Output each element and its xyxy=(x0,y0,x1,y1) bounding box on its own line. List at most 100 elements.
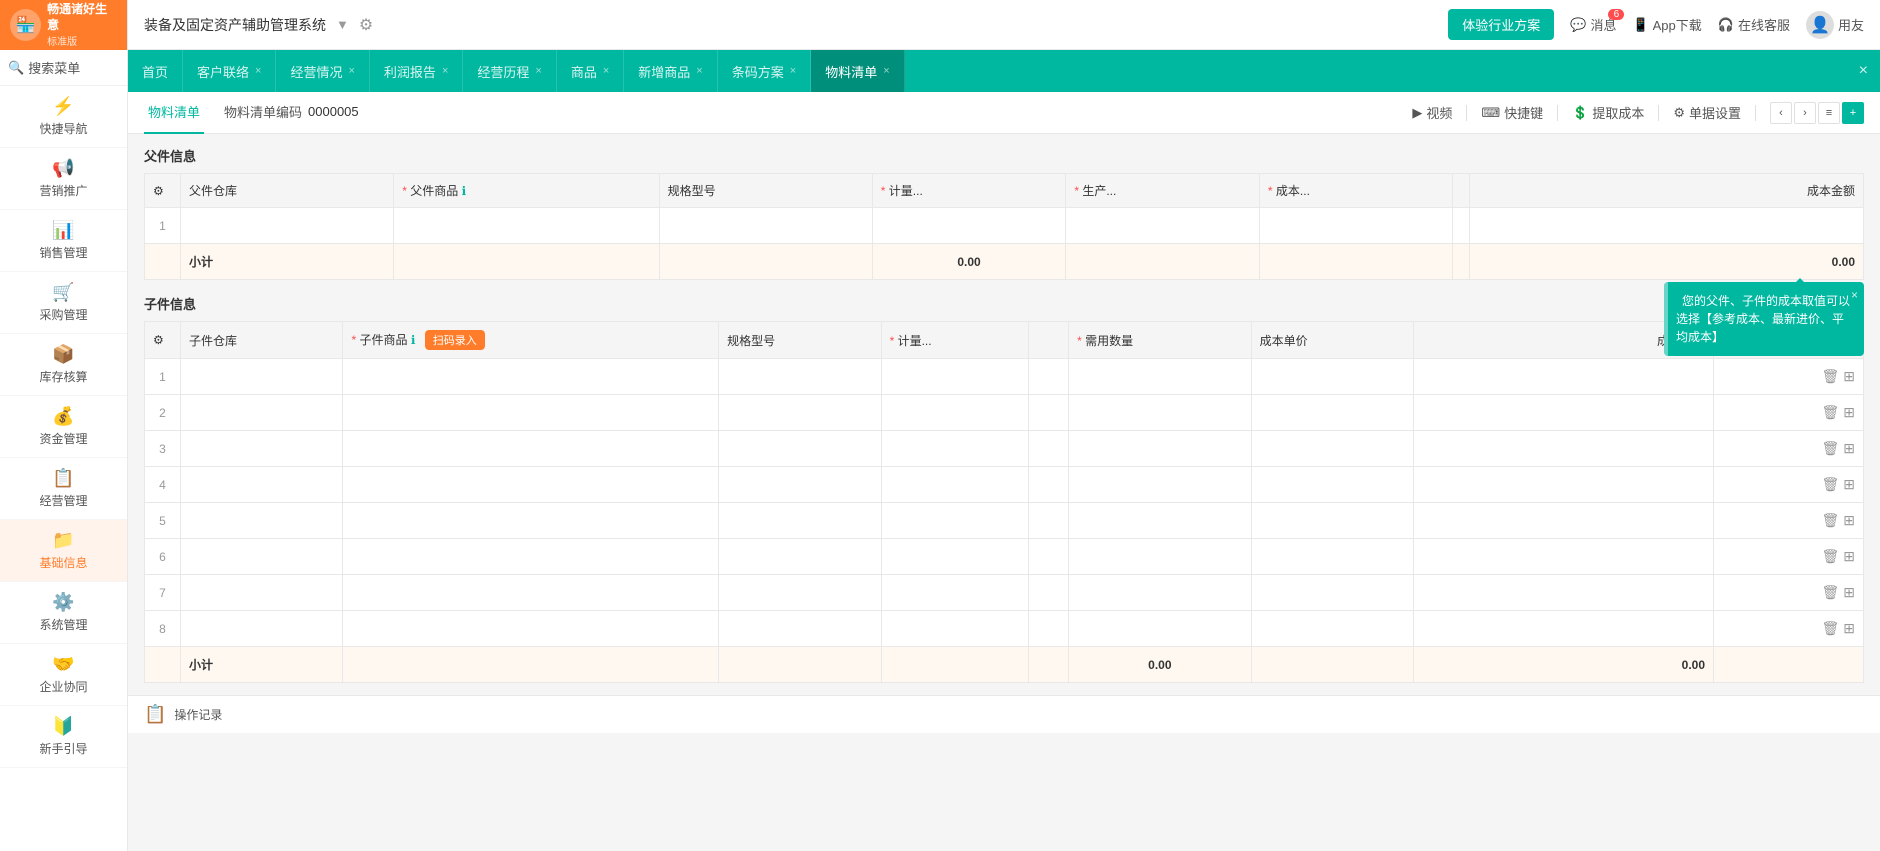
delete-row-1-icon[interactable]: 🗑 xyxy=(1821,368,1839,385)
child-row-8-unit-cost[interactable] xyxy=(1251,611,1413,647)
child-row-1-warehouse[interactable] xyxy=(181,359,343,395)
customer-tab-close[interactable]: × xyxy=(255,65,261,77)
parent-th-settings[interactable]: ⚙ xyxy=(145,174,181,208)
delete-row-2-icon[interactable]: 🗑 xyxy=(1821,404,1839,421)
child-row-2-spec[interactable] xyxy=(719,395,881,431)
barcode-tab-close[interactable]: × xyxy=(790,65,796,77)
copy-row-7-icon[interactable]: ⊞ xyxy=(1843,584,1855,601)
child-row-4-unit-cost[interactable] xyxy=(1251,467,1413,503)
tab-customer[interactable]: 客户联络 × xyxy=(183,50,276,92)
sidebar-item-purchase[interactable]: 🛒 采购管理 xyxy=(0,272,127,334)
parent-row-1-cost[interactable] xyxy=(1259,208,1453,244)
sub-tab-bom-code[interactable]: 物料清单编码 0000005 xyxy=(220,92,363,134)
bom-tab-close[interactable]: × xyxy=(883,65,889,77)
operations-tab-close[interactable]: × xyxy=(348,65,354,77)
tooltip-close-button[interactable]: × xyxy=(1851,286,1858,304)
sidebar-item-operations[interactable]: 📋 经营管理 xyxy=(0,458,127,520)
child-row-3-needed[interactable] xyxy=(1069,431,1252,467)
tab-barcode[interactable]: 条码方案 × xyxy=(718,50,811,92)
nav-add-button[interactable]: + xyxy=(1842,102,1864,124)
child-row-2-unit-cost[interactable] xyxy=(1251,395,1413,431)
copy-row-1-icon[interactable]: ⊞ xyxy=(1843,368,1855,385)
delete-row-5-icon[interactable]: 🗑 xyxy=(1821,512,1839,529)
child-row-2-unit[interactable] xyxy=(881,395,1029,431)
trial-button[interactable]: 体验行业方案 xyxy=(1448,9,1554,40)
child-row-4-product[interactable] xyxy=(343,467,719,503)
child-row-8-unit[interactable] xyxy=(881,611,1029,647)
sidebar-item-inventory[interactable]: 📦 库存核算 xyxy=(0,334,127,396)
tab-products[interactable]: 商品 × xyxy=(557,50,624,92)
child-row-7-spec[interactable] xyxy=(719,575,881,611)
nav-next-button[interactable]: › xyxy=(1794,102,1816,124)
sidebar-item-quick-nav[interactable]: ⚡ 快捷导航 xyxy=(0,86,127,148)
child-row-5-needed[interactable] xyxy=(1069,503,1252,539)
child-row-1-needed[interactable] xyxy=(1069,359,1252,395)
child-row-6-needed[interactable] xyxy=(1069,539,1252,575)
child-row-5-warehouse[interactable] xyxy=(181,503,343,539)
profit-tab-close[interactable]: × xyxy=(442,65,448,77)
child-row-7-product[interactable] xyxy=(343,575,719,611)
child-row-4-warehouse[interactable] xyxy=(181,467,343,503)
child-row-3-unit-cost[interactable] xyxy=(1251,431,1413,467)
nav-prev-button[interactable]: ‹ xyxy=(1770,102,1792,124)
message-button[interactable]: 💬 消息 6 xyxy=(1570,15,1616,34)
sidebar-item-system[interactable]: ⚙️ 系统管理 xyxy=(0,582,127,644)
child-row-4-needed[interactable] xyxy=(1069,467,1252,503)
child-th-settings[interactable]: ⚙ xyxy=(145,322,181,359)
child-row-3-warehouse[interactable] xyxy=(181,431,343,467)
child-row-3-spec[interactable] xyxy=(719,431,881,467)
sidebar-item-marketing[interactable]: 📢 营销推广 xyxy=(0,148,127,210)
child-row-6-unit[interactable] xyxy=(881,539,1029,575)
child-row-4-spec[interactable] xyxy=(719,467,881,503)
child-row-7-unit[interactable] xyxy=(881,575,1029,611)
child-row-6-unit-cost[interactable] xyxy=(1251,539,1413,575)
new-products-tab-close[interactable]: × xyxy=(696,65,702,77)
child-row-4-unit[interactable] xyxy=(881,467,1029,503)
child-row-8-product[interactable] xyxy=(343,611,719,647)
child-row-7-unit-cost[interactable] xyxy=(1251,575,1413,611)
copy-row-2-icon[interactable]: ⊞ xyxy=(1843,404,1855,421)
child-row-1-unit-cost[interactable] xyxy=(1251,359,1413,395)
delete-row-4-icon[interactable]: 🗑 xyxy=(1821,476,1839,493)
delete-row-6-icon[interactable]: 🗑 xyxy=(1821,548,1839,565)
child-row-5-product[interactable] xyxy=(343,503,719,539)
child-row-3-product[interactable] xyxy=(343,431,719,467)
child-row-2-warehouse[interactable] xyxy=(181,395,343,431)
history-tab-close[interactable]: × xyxy=(535,65,541,77)
online-service-button[interactable]: 🎧 在线客服 xyxy=(1718,15,1790,34)
tab-bom[interactable]: 物料清单 × xyxy=(811,50,904,92)
copy-row-5-icon[interactable]: ⊞ xyxy=(1843,512,1855,529)
child-row-3-unit[interactable] xyxy=(881,431,1029,467)
child-row-1-product[interactable] xyxy=(343,359,719,395)
child-row-6-spec[interactable] xyxy=(719,539,881,575)
child-row-1-unit[interactable] xyxy=(881,359,1029,395)
delete-row-3-icon[interactable]: 🗑 xyxy=(1821,440,1839,457)
child-row-8-needed[interactable] xyxy=(1069,611,1252,647)
sidebar-item-sales[interactable]: 📊 销售管理 xyxy=(0,210,127,272)
copy-row-6-icon[interactable]: ⊞ xyxy=(1843,548,1855,565)
child-row-1-spec[interactable] xyxy=(719,359,881,395)
tab-profit[interactable]: 利润报告 × xyxy=(370,50,463,92)
copy-row-8-icon[interactable]: ⊞ xyxy=(1843,620,1855,637)
video-action[interactable]: ▶ 视频 xyxy=(1412,103,1452,122)
sidebar-item-guide[interactable]: 🔰 新手引导 xyxy=(0,706,127,768)
child-row-2-needed[interactable] xyxy=(1069,395,1252,431)
search-menu-button[interactable]: 🔍 搜索菜单 xyxy=(0,50,127,86)
settings-icon[interactable]: ⚙ xyxy=(359,15,373,35)
delete-row-7-icon[interactable]: 🗑 xyxy=(1821,584,1839,601)
shortcut-action[interactable]: ⌨ 快捷键 xyxy=(1481,103,1543,122)
parent-row-1-production[interactable] xyxy=(1066,208,1260,244)
scan-button[interactable]: 扫码录入 xyxy=(425,330,485,350)
tab-history[interactable]: 经营历程 × xyxy=(463,50,556,92)
child-row-5-spec[interactable] xyxy=(719,503,881,539)
child-row-7-warehouse[interactable] xyxy=(181,575,343,611)
child-row-6-product[interactable] xyxy=(343,539,719,575)
extract-cost-action[interactable]: 💲 提取成本 xyxy=(1572,103,1644,122)
copy-row-3-icon[interactable]: ⊞ xyxy=(1843,440,1855,457)
sidebar-item-basic-info[interactable]: 📁 基础信息 xyxy=(0,520,127,582)
copy-row-4-icon[interactable]: ⊞ xyxy=(1843,476,1855,493)
parent-row-1-warehouse[interactable] xyxy=(181,208,394,244)
tab-home[interactable]: 首页 xyxy=(128,50,183,92)
tab-operations[interactable]: 经营情况 × xyxy=(276,50,369,92)
dropdown-icon[interactable]: ▼ xyxy=(336,17,349,32)
